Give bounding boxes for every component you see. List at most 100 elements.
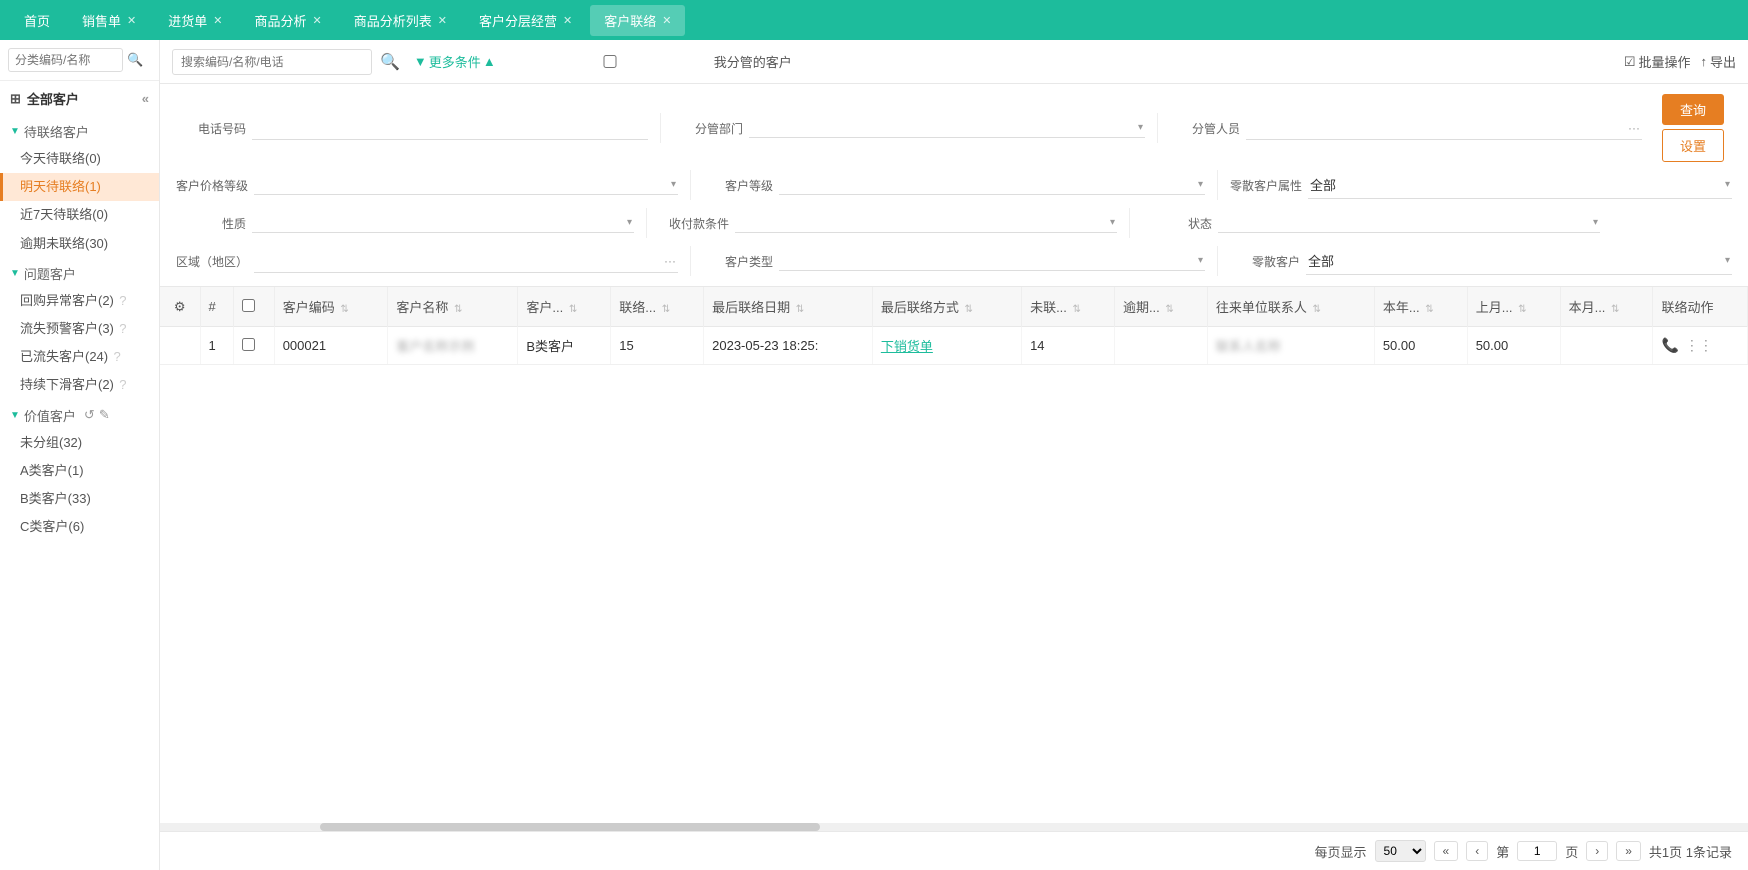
th-type[interactable]: 客户... ⇅ [518,287,611,327]
select-all-checkbox[interactable] [242,299,255,312]
retail-attr-select[interactable]: 全部 ▾ [1308,171,1732,199]
sidebar-problem-group[interactable]: ▼ 问题客户 [0,258,159,287]
th-last-date[interactable]: 最后联络日期 ⇅ [704,287,873,327]
th-last-method[interactable]: 最后联络方式 ⇅ [872,287,1021,327]
nav-item-customer-tier[interactable]: 客户分层经营 ✕ [465,5,586,36]
th-unit-contact[interactable]: 往来单位联系人 ⇅ [1207,287,1374,327]
page-size-select[interactable]: 50 20 100 [1375,840,1426,862]
sidebar-item-c-customers[interactable]: C类客户(6) [0,513,159,541]
customer-level-select[interactable]: ▾ [779,175,1205,195]
horizontal-scrollbar[interactable] [160,823,1748,831]
nav-item-analysis-list[interactable]: 商品分析列表 ✕ [340,5,461,36]
sidebar-item-a-customers[interactable]: A类客户(1) [0,457,159,485]
customer-type-select[interactable]: ▾ [779,251,1205,271]
sidebar-all-customers[interactable]: ⊞ 全部客户 « [0,81,159,116]
nature-select[interactable]: ▾ [252,213,634,233]
refresh-icon[interactable]: ↺ [84,407,95,423]
th-name[interactable]: 客户名称 ⇅ [388,287,518,327]
phone-input[interactable] [252,117,648,140]
sort-lastmonth-icon[interactable]: ⇅ [1518,304,1526,315]
close-analysis-icon[interactable]: ✕ [313,14,322,27]
nav-item-customer-contact[interactable]: 客户联络 ✕ [590,5,685,36]
export-button[interactable]: ↑ 导出 [1700,52,1736,71]
sidebar-search-icon[interactable]: 🔍 [127,52,143,68]
sidebar-item-overdue-pending[interactable]: 逾期未联络(30) [0,230,159,258]
gear-icon[interactable]: ⚙ [174,299,186,314]
dept-select[interactable]: ▾ [749,118,1145,138]
nav-item-home[interactable]: 首页 [10,5,64,36]
th-unlinked[interactable]: 未联... ⇅ [1022,287,1115,327]
th-gear[interactable]: ⚙ [160,287,200,327]
sidebar-item-b-customers[interactable]: B类客户(33) [0,485,159,513]
th-code[interactable]: 客户编码 ⇅ [274,287,388,327]
edit-icon[interactable]: ✎ [99,407,110,423]
settings-button[interactable]: 设置 [1662,129,1724,162]
batch-op-button[interactable]: ☑ 批量操作 [1624,52,1691,71]
sidebar-value-group[interactable]: ▼ 价值客户 ↺ ✎ [0,400,159,429]
my-customers-checkbox-label[interactable]: 我分管的客户 [510,52,792,71]
close-customer-tier-icon[interactable]: ✕ [563,14,572,27]
close-purchase-icon[interactable]: ✕ [213,14,222,27]
region-select[interactable]: ··· [254,250,678,273]
close-sales-icon[interactable]: ✕ [127,14,136,27]
my-customers-checkbox[interactable] [510,55,710,68]
more-conditions-button[interactable]: ▼ 更多条件 ▲ [408,48,502,75]
td-last-method[interactable]: 下销货单 [872,327,1021,365]
sort-contact-icon[interactable]: ⇅ [662,304,670,315]
sort-overdue-icon[interactable]: ⇅ [1165,304,1173,315]
close-customer-contact-icon[interactable]: ✕ [662,14,671,27]
query-button[interactable]: 查询 [1662,94,1724,125]
page-number-input[interactable] [1517,841,1557,861]
sidebar-item-churned[interactable]: 已流失客户(24) ? [0,343,159,371]
nav-item-analysis[interactable]: 商品分析 ✕ [240,5,335,36]
th-checkbox[interactable] [233,287,274,327]
divider-1 [660,113,661,143]
sort-lastmethod-icon[interactable]: ⇅ [964,304,972,315]
first-page-button[interactable]: « [1434,841,1459,861]
sidebar-item-today-pending[interactable]: 今天待联络(0) [0,145,159,173]
retail-customer-select[interactable]: 全部 ▾ [1306,247,1732,275]
sidebar-item-ungrouped[interactable]: 未分组(32) [0,429,159,457]
th-this-year[interactable]: 本年... ⇅ [1374,287,1467,327]
person-select[interactable]: ··· [1246,117,1642,140]
sort-lastdate-icon[interactable]: ⇅ [796,304,804,315]
th-overdue[interactable]: 逾期... ⇅ [1114,287,1207,327]
sort-unlinked-icon[interactable]: ⇅ [1073,304,1081,315]
sidebar-search-input[interactable] [8,48,123,72]
close-analysis-list-icon[interactable]: ✕ [438,14,447,27]
payment-select[interactable]: ▾ [735,213,1117,233]
td-checkbox[interactable] [233,327,274,365]
sidebar-item-tomorrow-pending[interactable]: 明天待联络(1) [0,173,159,201]
price-level-select[interactable]: ▾ [254,175,678,195]
sort-code-icon[interactable]: ⇅ [340,304,348,315]
th-contact[interactable]: 联络... ⇅ [611,287,704,327]
sidebar-item-7days-pending[interactable]: 近7天待联络(0) [0,201,159,229]
td-this-year: 50.00 [1374,327,1467,365]
sidebar-pending-group[interactable]: ▼ 待联络客户 [0,116,159,145]
sort-unitcontact-icon[interactable]: ⇅ [1312,304,1320,315]
row-checkbox[interactable] [242,338,255,351]
th-last-month[interactable]: 上月... ⇅ [1467,287,1560,327]
sort-type-icon[interactable]: ⇅ [569,304,577,315]
collapse-icon[interactable]: « [142,91,149,106]
last-page-button[interactable]: » [1616,841,1641,861]
sort-thisyear-icon[interactable]: ⇅ [1425,304,1433,315]
search-button[interactable]: 🔍 [380,52,400,72]
phone-action-icon[interactable]: 📞 [1661,337,1678,354]
sort-thismonth-icon[interactable]: ⇅ [1611,304,1619,315]
next-page-button[interactable]: › [1586,841,1608,861]
filter-row-1: 电话号码 分管部门 ▾ 分管人员 ··· [176,94,1732,162]
sidebar-item-churn-warning[interactable]: 流失预警客户(3) ? [0,315,159,343]
status-select[interactable]: ▾ [1218,213,1600,233]
filter-icon: ▼ [414,54,427,69]
sidebar-item-repurchase-abnormal[interactable]: 回购异常客户(2) ? [0,287,159,315]
scrollbar-thumb[interactable] [320,823,820,831]
th-this-month[interactable]: 本月... ⇅ [1560,287,1653,327]
search-input[interactable] [172,49,372,75]
prev-page-button[interactable]: ‹ [1466,841,1488,861]
more-action-icon[interactable]: ⋮⋮ [1685,337,1713,354]
sidebar-item-declining[interactable]: 持续下滑客户(2) ? [0,371,159,399]
nav-item-purchase[interactable]: 进货单 ✕ [154,5,236,36]
nav-item-sales[interactable]: 销售单 ✕ [68,5,150,36]
sort-name-icon[interactable]: ⇅ [454,304,462,315]
